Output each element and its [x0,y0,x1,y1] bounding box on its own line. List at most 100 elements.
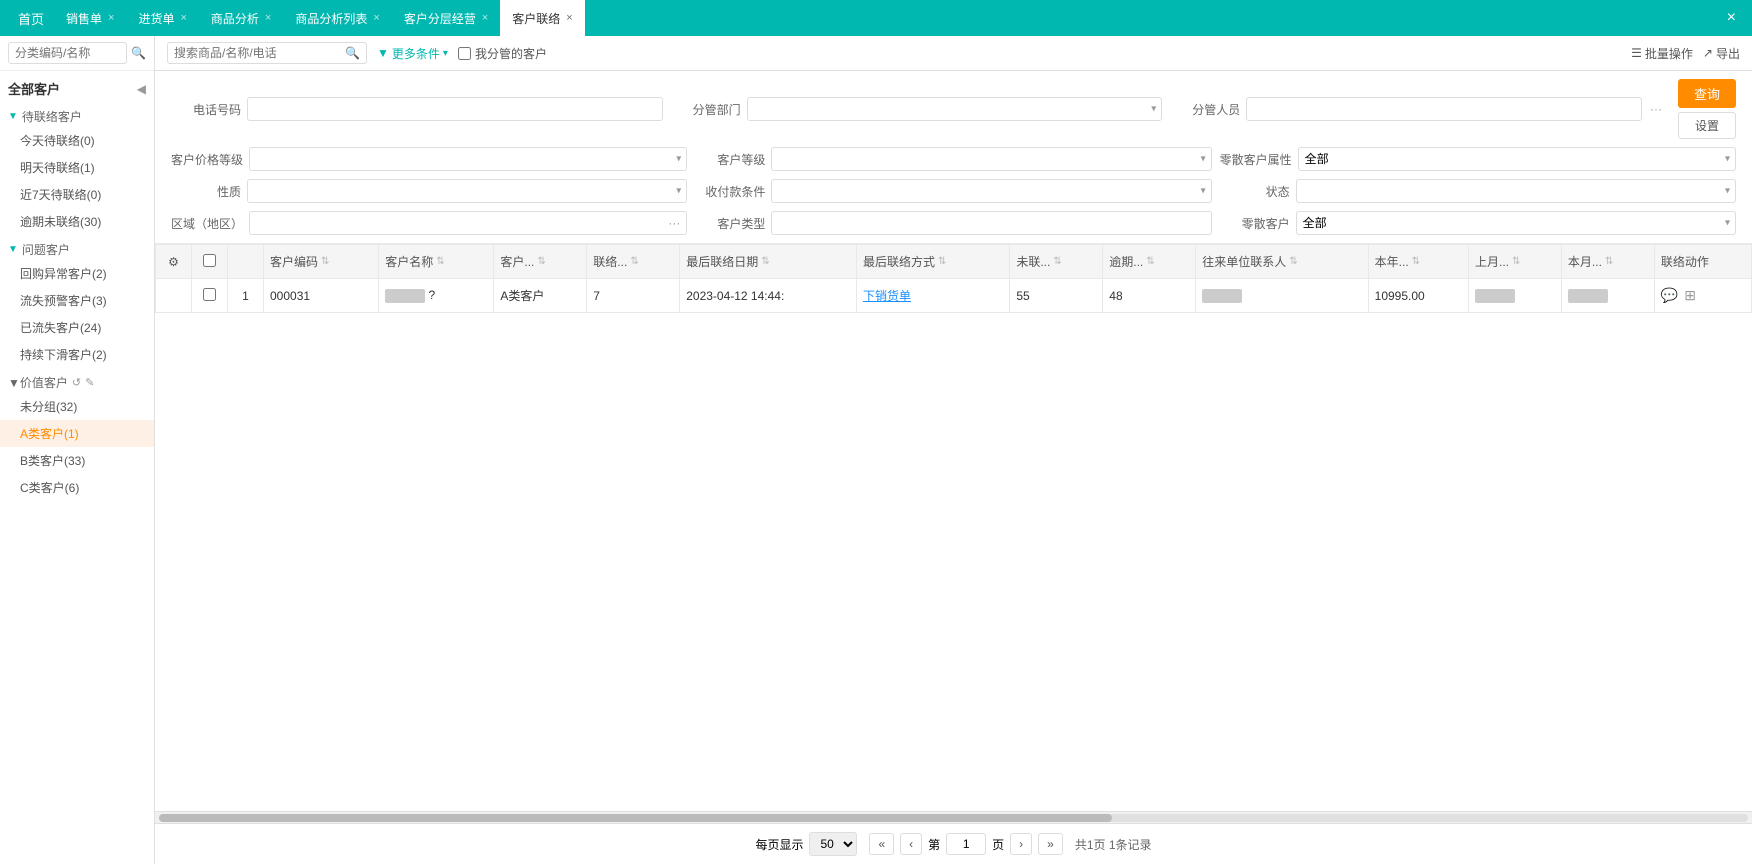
select-all-checkbox[interactable] [203,254,216,267]
row-action-cell: 💬 ⊞ [1654,279,1751,313]
sidebar-search-icon[interactable]: 🔍 [131,46,146,60]
sidebar-search-area: 🔍 [0,36,154,71]
th-unit-contact[interactable]: 往来单位联系人 ⇅ [1196,245,1368,279]
row-checkbox[interactable] [203,288,216,301]
nav-item-purchase[interactable]: 进货单 × [126,0,198,36]
payment-select[interactable] [771,179,1211,203]
sidebar-item-today[interactable]: 今天待联络(0) [0,127,154,154]
th-name[interactable]: 客户名称 ⇅ [379,245,494,279]
settings-gear-icon[interactable]: ⚙ [168,255,179,269]
th-this-month[interactable]: 本月... ⇅ [1561,245,1654,279]
status-select[interactable] [1296,179,1736,203]
th-settings[interactable]: ⚙ [156,245,192,279]
row-name-blurred [385,289,425,303]
table-body: 1 000031 ? A类客户 7 [156,279,1752,313]
sidebar-search-input[interactable] [8,42,127,64]
nav-item-analysis[interactable]: 商品分析 × [199,0,283,36]
action-qr-icon[interactable]: ⊞ [1684,287,1696,304]
horizontal-scrollbar[interactable] [155,811,1752,823]
region-input[interactable]: ··· [249,211,687,235]
col-action-label: 联络动作 [1661,255,1709,269]
table-area: ⚙ 客户编码 ⇅ [155,244,1752,811]
next-page-button[interactable]: › [1010,833,1032,855]
sort-icon-last-date: ⇅ [761,256,769,267]
dept-select-wrap: ▾ [747,97,1163,121]
filter-mine-checkbox[interactable] [458,47,471,60]
close-analysis-tab[interactable]: × [265,12,271,24]
th-last-contact-method[interactable]: 最后联络方式 ⇅ [856,245,1009,279]
edit-icon[interactable]: ✎ [85,376,94,389]
export-button[interactable]: ↗ 导出 [1703,45,1740,62]
filter-search-input[interactable] [174,46,345,60]
batch-ops-button[interactable]: ☰ 批量操作 [1631,45,1693,62]
retail-customer-label: 零散客户 [1220,215,1290,232]
payment-select-wrap: ▾ [771,179,1211,203]
scrollbar-track[interactable] [159,814,1748,822]
sidebar-item-overdue[interactable]: 逾期未联络(30) [0,208,154,235]
nav-item-customer-contact[interactable]: 客户联络 × [500,0,584,36]
th-contact[interactable]: 联络... ⇅ [587,245,680,279]
content-area: 🔍 ▼ 更多条件 ▾ 我分管的客户 ☰ 批量操作 ↗ 导出 [155,36,1752,864]
scrollbar-thumb[interactable] [159,814,1112,822]
row-last-method[interactable]: 下销货单 [863,289,911,303]
row-unit-contact-blurred [1202,289,1242,303]
page-input[interactable] [946,833,986,855]
per-page-select[interactable]: 50 [809,832,857,856]
customer-type-input[interactable] [771,211,1211,235]
th-this-year[interactable]: 本年... ⇅ [1368,245,1468,279]
filter-price-level: 客户价格等级 ▾ [171,147,687,171]
sidebar-item-class-a[interactable]: A类客户(1) [0,420,154,447]
close-all-icon[interactable]: × [1719,9,1744,27]
th-overdue[interactable]: 逾期... ⇅ [1103,245,1196,279]
retail-customer-select[interactable]: 全部 [1296,211,1736,235]
nature-select[interactable] [247,179,687,203]
sidebar-item-churn-warning[interactable]: 流失预警客户(3) [0,287,154,314]
filter-person: 分管人员 ··· [1170,97,1662,121]
sidebar-item-churned[interactable]: 已流失客户(24) [0,314,154,341]
th-code[interactable]: 客户编码 ⇅ [264,245,379,279]
person-input[interactable] [1246,97,1642,121]
sidebar-item-class-c[interactable]: C类客户(6) [0,474,154,501]
last-page-button[interactable]: » [1038,833,1063,855]
dept-select[interactable] [747,97,1163,121]
th-category[interactable]: 客户... ⇅ [494,245,587,279]
filter-more-conditions[interactable]: ▼ 更多条件 ▾ [377,45,448,62]
sidebar-collapse-icon[interactable]: ◀ [137,82,146,96]
th-no-contact[interactable]: 未联... ⇅ [1010,245,1103,279]
sidebar-item-ungrouped[interactable]: 未分组(32) [0,393,154,420]
action-chat-icon[interactable]: 💬 [1661,287,1678,304]
row-last-month-cell [1468,279,1561,313]
close-analysis-list-tab[interactable]: × [373,12,379,24]
settings-button[interactable]: 设置 [1678,112,1736,139]
sidebar-item-class-b[interactable]: B类客户(33) [0,447,154,474]
sidebar-item-declining[interactable]: 持续下滑客户(2) [0,341,154,368]
first-page-button[interactable]: « [869,833,894,855]
price-level-select[interactable] [249,147,687,171]
export-icon: ↗ [1703,46,1713,60]
per-page-select-wrap: 每页显示 50 [755,832,857,856]
close-purchase-tab[interactable]: × [180,12,186,24]
sidebar-item-repurchase-anomaly[interactable]: 回购异常客户(2) [0,260,154,287]
nav-item-home[interactable]: 首页 [8,0,54,36]
phone-input[interactable] [247,97,663,121]
close-sales-tab[interactable]: × [108,12,114,24]
group-problem-customers[interactable]: ▼ 问题客户 [0,235,154,260]
sidebar-item-tomorrow[interactable]: 明天待联络(1) [0,154,154,181]
filter-search-icon[interactable]: 🔍 [345,46,360,60]
query-button[interactable]: 查询 [1678,79,1736,108]
prev-page-button[interactable]: ‹ [900,833,922,855]
close-customer-contact-tab[interactable]: × [566,12,572,24]
customer-level-select[interactable] [771,147,1211,171]
close-customer-segment-tab[interactable]: × [482,12,488,24]
nav-item-sales[interactable]: 销售单 × [54,0,126,36]
refresh-icon[interactable]: ↺ [72,376,81,389]
row-last-method-cell: 下销货单 [856,279,1009,313]
sidebar-item-7days[interactable]: 近7天待联络(0) [0,181,154,208]
nav-item-customer-segment[interactable]: 客户分层经营 × [392,0,500,36]
person-more-icon[interactable]: ··· [1650,102,1662,116]
nav-item-analysis-list[interactable]: 商品分析列表 × [283,0,391,36]
th-last-contact-date[interactable]: 最后联络日期 ⇅ [680,245,857,279]
group-pending-contact[interactable]: ▼ 待联络客户 [0,102,154,127]
retail-attr-select[interactable]: 全部 [1298,147,1736,171]
th-last-month[interactable]: 上月... ⇅ [1468,245,1561,279]
